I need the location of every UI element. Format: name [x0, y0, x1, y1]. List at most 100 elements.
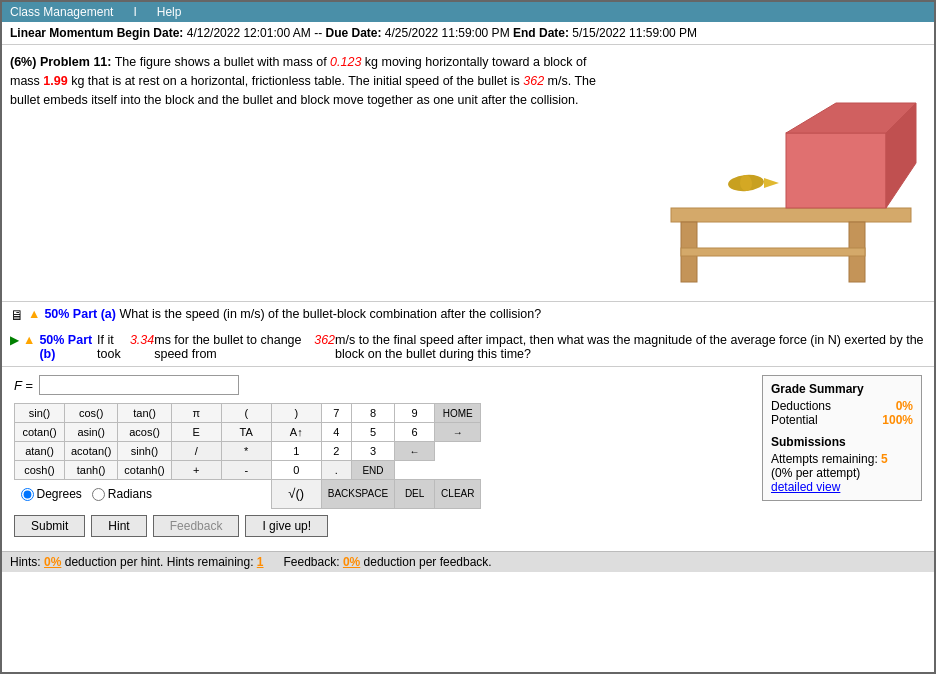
problem-text: (6%) Problem 11: The figure shows a bull…	[10, 53, 626, 293]
calc-5[interactable]: 5	[351, 423, 394, 442]
calc-cos[interactable]: cos()	[65, 404, 118, 423]
header-due-label: Due Date:	[326, 26, 382, 40]
calc-minus[interactable]: -	[221, 461, 271, 480]
calc-left[interactable]: ←	[395, 442, 435, 461]
hints-percent[interactable]: 0%	[44, 555, 61, 569]
grade-summary-title: Grade Summary	[771, 382, 913, 396]
bullet-mass: 0.123	[330, 55, 361, 69]
radians-radio-label[interactable]: Radians	[92, 487, 152, 501]
svg-rect-4	[786, 133, 886, 208]
calc-3[interactable]: 3	[351, 442, 394, 461]
menu-help[interactable]: Help	[157, 5, 182, 19]
header-begin-date: 4/12/2022 12:01:00 AM	[187, 26, 311, 40]
calc-ta[interactable]: TA	[221, 423, 271, 442]
calc-atan[interactable]: atan()	[15, 442, 65, 461]
hints-bar: Hints: 0% deduction per hint. Hints rema…	[2, 551, 934, 572]
submit-row: Submit Hint Feedback I give up!	[14, 509, 752, 543]
detailed-view-link[interactable]: detailed view	[771, 480, 840, 494]
deductions-value: 0%	[896, 399, 913, 413]
per-attempt-row: (0% per attempt)	[771, 466, 913, 480]
answer-section: F = sin() cos() tan() π ( ) 7 8 9 HOME	[14, 375, 752, 543]
calc-cotan[interactable]: cotan()	[15, 423, 65, 442]
submit-button[interactable]: Submit	[14, 515, 85, 537]
calc-dot[interactable]: .	[321, 461, 351, 480]
calc-tan[interactable]: tan()	[118, 404, 171, 423]
grade-summary-panel: Grade Summary Deductions 0% Potential 10…	[762, 375, 922, 543]
calc-sqrt[interactable]: √()	[271, 480, 321, 509]
calc-cosh[interactable]: cosh()	[15, 461, 65, 480]
calc-acotan[interactable]: acotan()	[65, 442, 118, 461]
calc-home[interactable]: HOME	[435, 404, 481, 423]
feedback-percent[interactable]: 0%	[343, 555, 360, 569]
submissions-title: Submissions	[771, 435, 913, 449]
problem-desc1: The figure shows a bullet with mass of	[115, 55, 330, 69]
hints-prefix: Hints:	[10, 555, 41, 569]
feedback-text: deduction per feedback.	[364, 555, 492, 569]
answer-input[interactable]	[39, 375, 239, 395]
calc-aup[interactable]: A↑	[271, 423, 321, 442]
svg-marker-8	[764, 178, 779, 188]
attempts-value: 5	[881, 452, 888, 466]
part-a-label: 50% Part (a)	[44, 307, 116, 321]
f-label: F =	[14, 378, 33, 393]
calc-multiply[interactable]: *	[221, 442, 271, 461]
arrow-icon: ▶	[10, 333, 19, 347]
problem-percent: (6%)	[10, 55, 36, 69]
calc-right[interactable]: →	[435, 423, 481, 442]
calc-backspace[interactable]: BACKSPACE	[321, 480, 394, 509]
calc-open-paren[interactable]: (	[221, 404, 271, 423]
calc-2[interactable]: 2	[321, 442, 351, 461]
feedback-prefix: Feedback:	[284, 555, 340, 569]
calc-9[interactable]: 9	[395, 404, 435, 423]
calc-close-paren[interactable]: )	[271, 404, 321, 423]
degrees-radio-label[interactable]: Degrees	[21, 487, 82, 501]
feedback-button[interactable]: Feedback	[153, 515, 240, 537]
header-separator: --	[314, 26, 325, 40]
calc-clear[interactable]: CLEAR	[435, 480, 481, 509]
submissions-section: Submissions Attempts remaining: 5 (0% pe…	[771, 435, 913, 494]
hint-button[interactable]: Hint	[91, 515, 146, 537]
svg-rect-0	[671, 208, 911, 222]
part-a-question: What is the speed (in m/s) of the bullet…	[119, 307, 541, 321]
hints-remaining[interactable]: 1	[257, 555, 264, 569]
degrees-radio[interactable]	[21, 488, 34, 501]
calc-asin[interactable]: asin()	[65, 423, 118, 442]
calc-1[interactable]: 1	[271, 442, 321, 461]
potential-value: 100%	[882, 413, 913, 427]
give-up-button[interactable]: I give up!	[245, 515, 328, 537]
calc-0[interactable]: 0	[271, 461, 321, 480]
calc-plus[interactable]: +	[171, 461, 221, 480]
problem-image	[626, 53, 926, 293]
calc-del[interactable]: DEL	[395, 480, 435, 509]
menu-divider: I	[133, 5, 136, 19]
calc-cotanh[interactable]: cotanh()	[118, 461, 171, 480]
part-a-row: 🖥 ▲ 50% Part (a) What is the speed (in m…	[2, 302, 934, 328]
calc-divide[interactable]: /	[171, 442, 221, 461]
calc-pi[interactable]: π	[171, 404, 221, 423]
calc-4[interactable]: 4	[321, 423, 351, 442]
header-title: Linear Momentum	[10, 26, 113, 40]
part-b-speed: 362	[314, 333, 335, 347]
svg-rect-3	[681, 248, 865, 256]
calc-6[interactable]: 6	[395, 423, 435, 442]
part-b-row: ▶ ▲ 50% Part (b) If it took 3.34 ms for …	[2, 328, 934, 367]
calc-acos[interactable]: acos()	[118, 423, 171, 442]
block-mass: 1.99	[43, 74, 67, 88]
calc-8[interactable]: 8	[351, 404, 394, 423]
calc-sinh[interactable]: sinh()	[118, 442, 171, 461]
potential-label: Potential	[771, 413, 818, 427]
calc-sin[interactable]: sin()	[15, 404, 65, 423]
part-b-desc3: m/s to the final speed after impact, the…	[335, 333, 926, 361]
calc-tanh[interactable]: tanh()	[65, 461, 118, 480]
radians-radio[interactable]	[92, 488, 105, 501]
header-end-date: 5/15/2022 11:59:00 PM	[572, 26, 697, 40]
calc-end[interactable]: END	[351, 461, 394, 480]
calc-e[interactable]: E	[171, 423, 221, 442]
menu-class-management[interactable]: Class Management	[10, 5, 113, 19]
calc-7[interactable]: 7	[321, 404, 351, 423]
hints-text: deduction per hint. Hints remaining:	[65, 555, 257, 569]
angle-mode: Degrees Radians	[21, 483, 166, 505]
part-b-desc2: ms for the bullet to change speed from	[154, 333, 314, 361]
bullet-speed: 362	[523, 74, 544, 88]
per-attempt-text: (0% per attempt)	[771, 466, 860, 480]
